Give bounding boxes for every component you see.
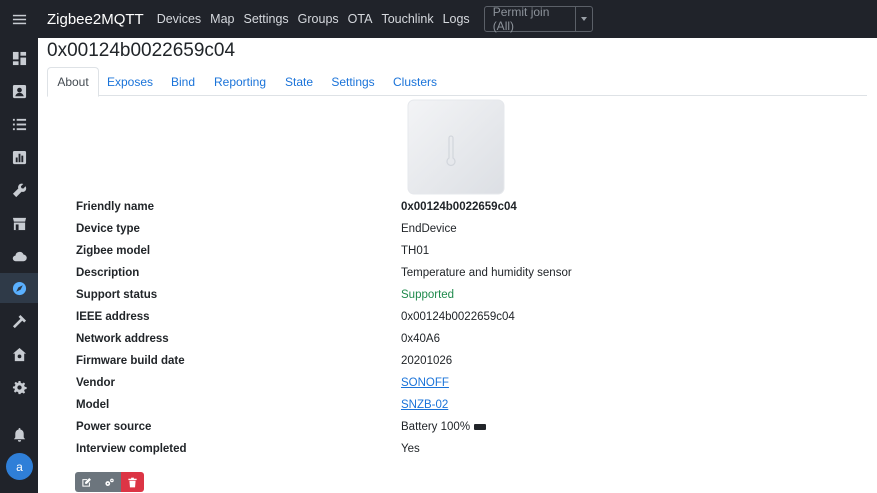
compass-icon[interactable] [0,273,38,303]
tab-exposes[interactable]: Exposes [103,67,157,96]
battery-icon [474,423,487,430]
label-support-status: Support status [76,289,158,301]
configure-button[interactable] [98,472,121,492]
label-description: Description [76,267,140,279]
top-navbar: Zigbee2MQTT Devices Map Settings Groups … [38,0,877,38]
value-interview-completed: Yes [401,443,420,455]
value-ieee-address: 0x00124b0022659c04 [401,311,515,323]
dashboard-icon[interactable] [0,43,38,73]
chevron-down-icon[interactable] [574,7,592,31]
edit-button[interactable] [75,472,98,492]
model-link[interactable]: SNZB-02 [401,399,448,411]
label-ieee-address: IEEE address [76,311,150,323]
label-zigbee-model: Zigbee model [76,245,151,257]
bell-icon[interactable] [0,419,38,449]
tab-settings[interactable]: Settings [328,67,378,96]
avatar[interactable]: a [6,453,33,480]
configure-icon [105,478,114,486]
sidebar: a [0,0,38,493]
label-vendor: Vendor [76,377,115,389]
value-model: SNZB-02 [401,399,448,411]
page-title: 0x00124b0022659c04 [47,40,236,61]
tab-state[interactable]: State [280,67,318,96]
nav-devices[interactable]: Devices [157,12,201,26]
store-icon[interactable] [0,208,38,238]
value-network-address: 0x40A6 [401,333,441,345]
value-device-type: EndDevice [401,223,457,235]
home-gear-icon[interactable] [0,339,38,369]
tab-reporting[interactable]: Reporting [210,67,270,96]
chart-icon[interactable] [0,142,38,172]
value-friendly-name: 0x00124b0022659c04 [401,201,517,213]
value-description: Temperature and humidity sensor [401,267,572,279]
tab-bind[interactable]: Bind [165,67,201,96]
label-power-source: Power source [76,421,152,433]
nav-settings[interactable]: Settings [244,12,289,26]
brand-title[interactable]: Zigbee2MQTT [47,11,144,28]
label-network-address: Network address [76,333,169,345]
nav-ota[interactable]: OTA [348,12,373,26]
user-card-icon[interactable] [0,76,38,106]
device-image [405,98,507,196]
value-zigbee-model: TH01 [401,245,430,257]
cloud-icon[interactable] [0,241,38,271]
label-model: Model [76,399,110,411]
nav-map[interactable]: Map [210,12,234,26]
gear-icon[interactable] [0,372,38,402]
label-device-type: Device type [76,223,140,235]
device-tabs: About Exposes Bind Reporting State Setti… [47,67,867,97]
power-source-text: Battery 100% [401,421,471,433]
nav-touchlink[interactable]: Touchlink [381,12,433,26]
label-firmware-build-date: Firmware build date [76,355,185,367]
permit-join-group: Permit join (All) [483,5,593,33]
value-power-source: Battery 100% [401,421,487,433]
value-vendor: SONOFF [401,377,449,389]
tab-clusters[interactable]: Clusters [390,67,440,96]
permit-join-button[interactable]: Permit join (All) [485,5,575,33]
delete-button[interactable] [121,472,144,492]
value-firmware-build-date: 20201026 [401,355,453,367]
hammer-icon[interactable] [0,306,38,336]
device-actions [75,472,144,492]
menu-icon[interactable] [0,4,38,34]
list-icon[interactable] [0,109,38,139]
nav-groups[interactable]: Groups [298,12,339,26]
edit-icon [82,477,91,487]
tab-about[interactable]: About [47,67,99,97]
value-support-status: Supported [401,289,455,301]
wrench-icon[interactable] [0,175,38,205]
vendor-link[interactable]: SONOFF [401,377,449,389]
nav-logs[interactable]: Logs [443,12,470,26]
label-friendly-name: Friendly name [76,201,154,213]
label-interview-completed: Interview completed [76,443,187,455]
delete-icon [128,477,137,487]
